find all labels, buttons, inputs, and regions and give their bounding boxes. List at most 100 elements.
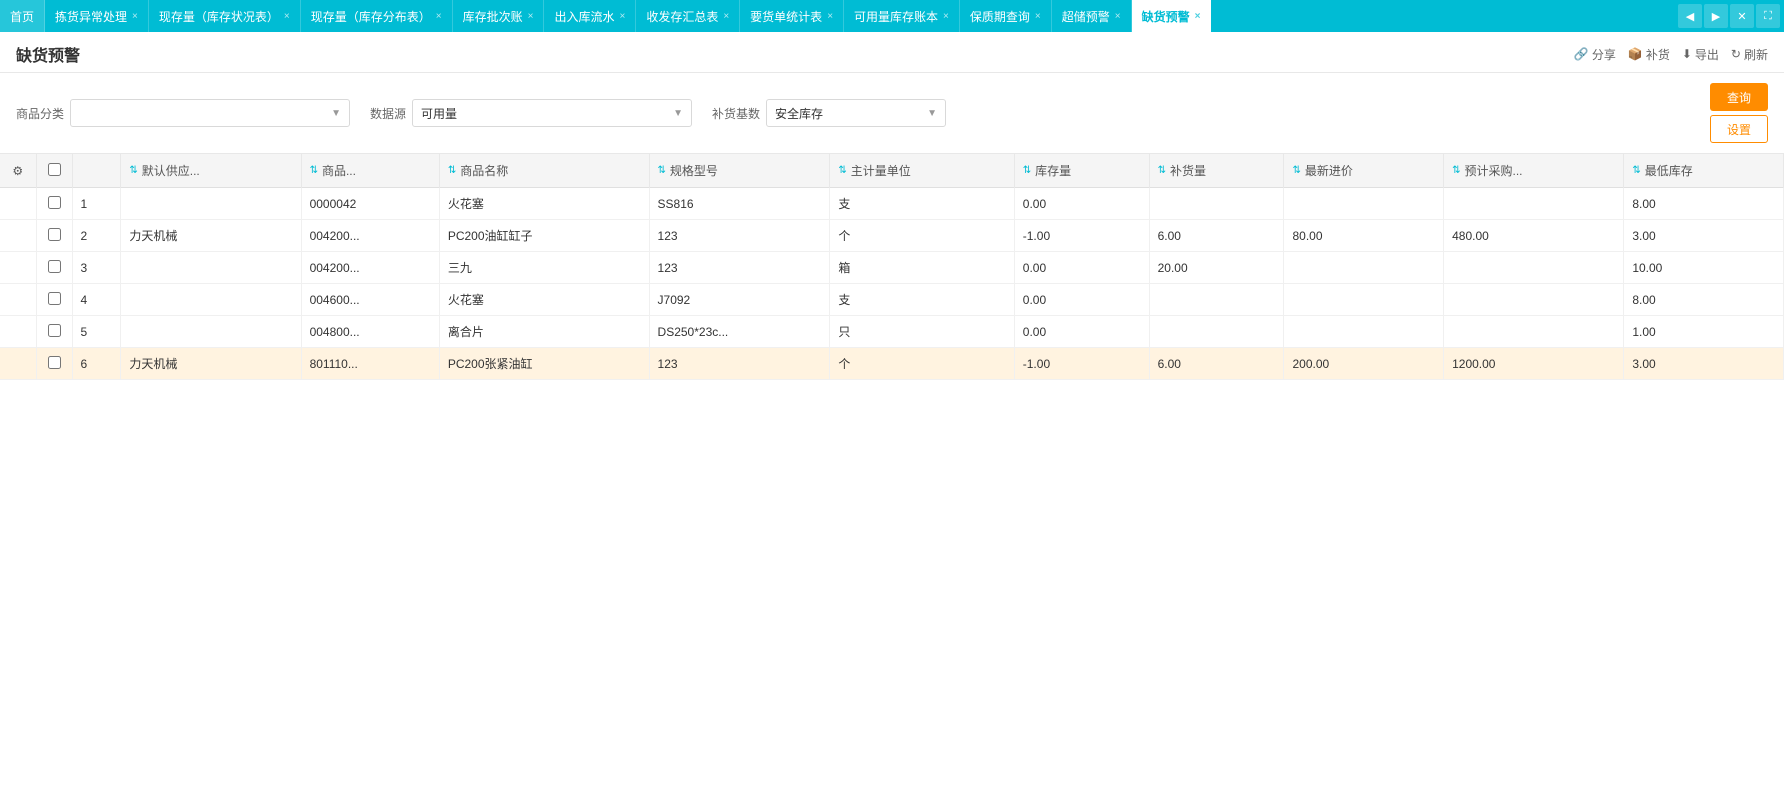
datasource-value: 可用量	[421, 105, 457, 122]
cell-code-3: 004600...	[301, 284, 439, 316]
gear-icon[interactable]: ⚙	[12, 164, 23, 178]
cell-replenish-4	[1149, 316, 1284, 348]
tab-stock-dist[interactable]: 现存量（库存分布表） ×	[301, 0, 453, 32]
close-tab-shortage[interactable]: ×	[1195, 11, 1201, 22]
category-select[interactable]: ▼	[70, 99, 350, 127]
cell-settings-5	[0, 348, 36, 380]
col-settings[interactable]: ⚙	[0, 154, 36, 188]
tab-demand[interactable]: 要货单统计表 ×	[740, 0, 844, 32]
settings-button[interactable]: 设置	[1710, 115, 1768, 143]
tab-summary[interactable]: 收发存汇总表 ×	[636, 0, 740, 32]
cell-supplier-4	[121, 316, 301, 348]
row-checkbox-1[interactable]	[48, 228, 61, 241]
cell-stock-2: 0.00	[1014, 252, 1149, 284]
close-tab-flow[interactable]: ×	[619, 11, 625, 22]
table-row: 4 004600... 火花塞 J7092 支 0.00 8.00	[0, 284, 1784, 316]
col-replenish-qty[interactable]: ⇅ 补货量	[1149, 154, 1284, 188]
col-product-code[interactable]: ⇅ 商品...	[301, 154, 439, 188]
cell-code-2: 004200...	[301, 252, 439, 284]
category-label: 商品分类	[16, 105, 64, 122]
col-checkbox-header[interactable]	[36, 154, 72, 188]
datasource-select[interactable]: 可用量 ▼	[412, 99, 692, 127]
row-checkbox-5[interactable]	[48, 356, 61, 369]
close-tab-batch[interactable]: ×	[528, 11, 534, 22]
table-header-row: ⚙ ⇅ 默认供应... ⇅	[0, 154, 1784, 188]
col-stock[interactable]: ⇅ 库存量	[1014, 154, 1149, 188]
cell-checkbox-4[interactable]	[36, 316, 72, 348]
cell-checkbox-5[interactable]	[36, 348, 72, 380]
cell-rownum-4: 5	[72, 316, 121, 348]
sort-supplier-icon: ⇅	[129, 165, 137, 176]
replenish-button[interactable]: 📦 补货	[1628, 46, 1670, 63]
page-title: 缺货预警	[16, 42, 80, 66]
tab-flow[interactable]: 出入库流水 ×	[544, 0, 636, 32]
close-tab-stock-dist[interactable]: ×	[436, 11, 442, 22]
nav-fullscreen-button[interactable]: ⛶	[1756, 4, 1780, 28]
cell-estimated-2	[1444, 252, 1624, 284]
cell-checkbox-0[interactable]	[36, 188, 72, 220]
tab-batch[interactable]: 库存批次账 ×	[453, 0, 545, 32]
tab-shortage[interactable]: 缺货预警 ×	[1132, 0, 1212, 32]
nav-close-button[interactable]: ✕	[1730, 4, 1754, 28]
tab-abnormal[interactable]: 拣货异常处理 ×	[45, 0, 149, 32]
close-tab-expiry[interactable]: ×	[1035, 11, 1041, 22]
cell-checkbox-1[interactable]	[36, 220, 72, 252]
tab-home[interactable]: 首页	[0, 0, 45, 32]
table-row: 2 力天机械 004200... PC200油缸缸子 123 个 -1.00 6…	[0, 220, 1784, 252]
close-tab-abnormal[interactable]: ×	[132, 11, 138, 22]
sort-stock-icon: ⇅	[1023, 165, 1031, 176]
sort-min-icon: ⇅	[1632, 165, 1640, 176]
select-all-checkbox[interactable]	[48, 163, 61, 176]
nav-next-button[interactable]: ▶	[1704, 4, 1728, 28]
cell-price-1: 80.00	[1284, 220, 1444, 252]
export-button[interactable]: ⬇ 导出	[1682, 46, 1719, 63]
cell-replenish-2: 20.00	[1149, 252, 1284, 284]
sort-unit-icon: ⇅	[838, 165, 846, 176]
table-row: 6 力天机械 801110... PC200张紧油缸 123 个 -1.00 6…	[0, 348, 1784, 380]
cell-code-0: 0000042	[301, 188, 439, 220]
row-checkbox-0[interactable]	[48, 196, 61, 209]
share-button[interactable]: 🔗 分享	[1574, 46, 1616, 63]
cell-checkbox-2[interactable]	[36, 252, 72, 284]
cell-rownum-2: 3	[72, 252, 121, 284]
table-row: 1 0000042 火花塞 SS816 支 0.00 8.00	[0, 188, 1784, 220]
cell-replenish-0	[1149, 188, 1284, 220]
tab-expiry[interactable]: 保质期查询 ×	[960, 0, 1052, 32]
col-estimated-purchase[interactable]: ⇅ 预计采购...	[1444, 154, 1624, 188]
close-tab-overstock[interactable]: ×	[1115, 11, 1121, 22]
query-button[interactable]: 查询	[1710, 83, 1768, 111]
cell-price-4	[1284, 316, 1444, 348]
col-latest-price[interactable]: ⇅ 最新进价	[1284, 154, 1444, 188]
header-actions: 🔗 分享 📦 补货 ⬇ 导出 ↻ 刷新	[1574, 46, 1768, 63]
replenish-select[interactable]: 安全库存 ▼	[766, 99, 946, 127]
cell-unit-2: 箱	[830, 252, 1014, 284]
table-row: 3 004200... 三九 123 箱 0.00 20.00 10.00	[0, 252, 1784, 284]
close-tab-stock-status[interactable]: ×	[284, 11, 290, 22]
cell-supplier-2	[121, 252, 301, 284]
row-checkbox-3[interactable]	[48, 292, 61, 305]
row-checkbox-4[interactable]	[48, 324, 61, 337]
close-tab-demand[interactable]: ×	[827, 11, 833, 22]
col-spec[interactable]: ⇅ 规格型号	[649, 154, 830, 188]
cell-checkbox-3[interactable]	[36, 284, 72, 316]
col-supplier[interactable]: ⇅ 默认供应...	[121, 154, 301, 188]
cell-rownum-5: 6	[72, 348, 121, 380]
row-checkbox-2[interactable]	[48, 260, 61, 273]
close-tab-summary[interactable]: ×	[723, 11, 729, 22]
sort-code-icon: ⇅	[310, 165, 318, 176]
tab-overstock[interactable]: 超储预警 ×	[1052, 0, 1132, 32]
nav-prev-button[interactable]: ◀	[1678, 4, 1702, 28]
sort-spec-icon: ⇅	[658, 165, 666, 176]
cell-estimated-5: 1200.00	[1444, 348, 1624, 380]
cell-settings-3	[0, 284, 36, 316]
cell-supplier-5: 力天机械	[121, 348, 301, 380]
col-unit[interactable]: ⇅ 主计量单位	[830, 154, 1014, 188]
col-product-name[interactable]: ⇅ 商品名称	[439, 154, 649, 188]
replenish-icon: 📦	[1628, 47, 1643, 61]
tab-available[interactable]: 可用量库存账本 ×	[844, 0, 960, 32]
tab-stock-status[interactable]: 现存量（库存状况表） ×	[149, 0, 301, 32]
refresh-button[interactable]: ↻ 刷新	[1731, 46, 1768, 63]
col-min-stock[interactable]: ⇅ 最低库存	[1624, 154, 1784, 188]
cell-spec-4: DS250*23c...	[649, 316, 830, 348]
close-tab-available[interactable]: ×	[943, 11, 949, 22]
